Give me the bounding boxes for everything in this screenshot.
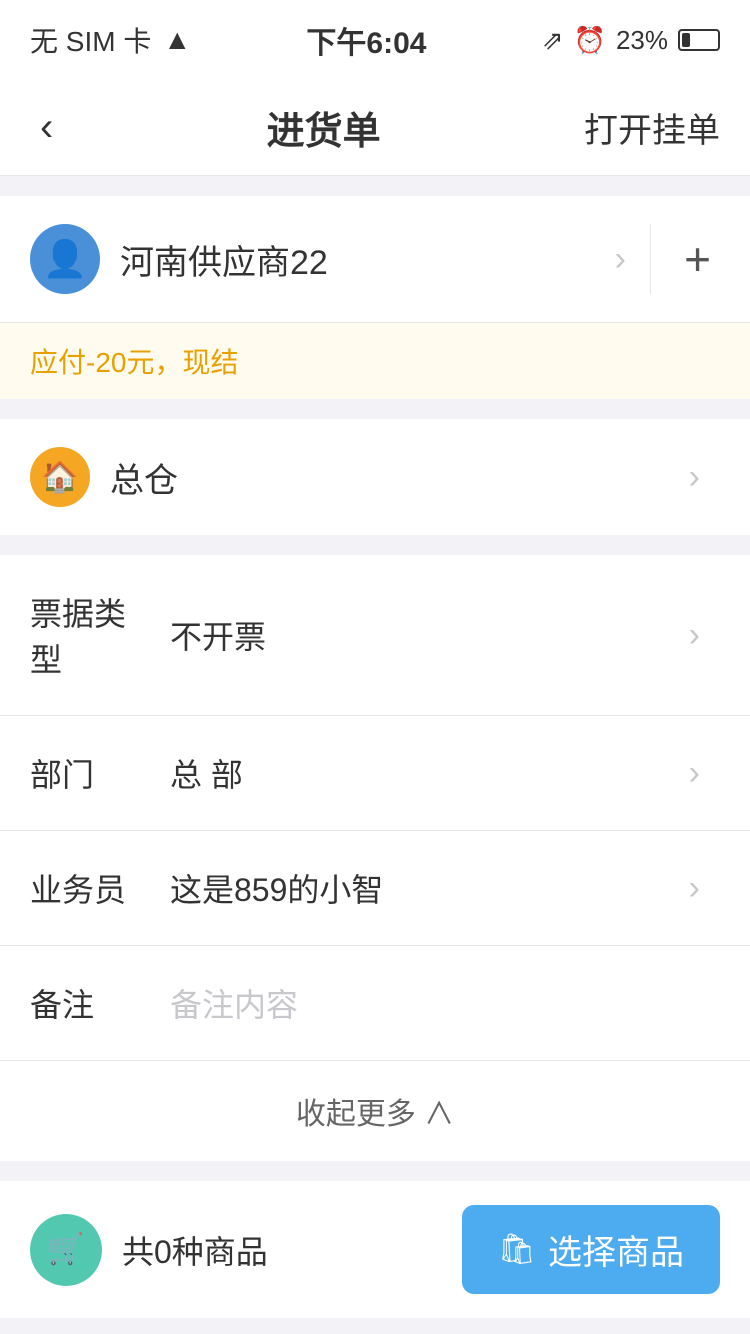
cart-icon: 🛒 <box>47 1232 84 1267</box>
gap-1 <box>0 176 750 196</box>
supplier-avatar: 👤 <box>30 224 100 294</box>
invoice-value: 不开票 <box>150 612 689 658</box>
remark-row[interactable]: 备注 备注内容 <box>0 946 750 1060</box>
sales-chevron-icon: › <box>689 869 700 908</box>
invoice-chevron-icon: › <box>689 616 700 655</box>
warehouse-icon: 🏠 <box>30 447 90 507</box>
carrier-text: 无 SIM 卡 <box>30 20 151 60</box>
notice-bar: 应付-20元，现结 <box>0 323 750 399</box>
gap-3 <box>0 535 750 555</box>
bottom-section: 🛒 共0种商品 🛍 选择商品 <box>0 1181 750 1318</box>
gap-2 <box>0 399 750 419</box>
supplier-row[interactable]: 👤 河南供应商22 › + <box>0 196 750 323</box>
status-bar: 无 SIM 卡 ▲ 下午6:04 ⇗ ⏰ 23% <box>0 0 750 80</box>
sales-value: 这是859的小智 <box>150 865 689 911</box>
warehouse-row[interactable]: 🏠 总仓 › <box>0 419 750 535</box>
status-right: ⇗ ⏰ 23% <box>542 25 720 56</box>
collapse-label: 收起更多 ∧ <box>296 1089 454 1133</box>
invoice-label: 票据类型 <box>30 589 150 681</box>
home-icon: 🏠 <box>41 460 78 495</box>
department-row[interactable]: 部门 总 部 › <box>0 716 750 831</box>
page-title: 进货单 <box>267 100 381 155</box>
invoice-type-row[interactable]: 票据类型 不开票 › <box>0 555 750 716</box>
wifi-icon: ▲ <box>163 24 191 56</box>
warehouse-section: 🏠 总仓 › <box>0 419 750 535</box>
notice-text: 应付-20元，现结 <box>30 347 238 378</box>
collapse-button[interactable]: 收起更多 ∧ <box>0 1060 750 1161</box>
battery-icon <box>678 29 720 51</box>
select-product-button[interactable]: 🛍 选择商品 <box>462 1205 720 1294</box>
supplier-section: 👤 河南供应商22 › + 应付-20元，现结 <box>0 196 750 399</box>
sales-row[interactable]: 业务员 这是859的小智 › <box>0 831 750 946</box>
chevron-right-icon: › <box>615 240 626 279</box>
product-icon: 🛒 <box>30 1214 102 1286</box>
warehouse-chevron-icon: › <box>689 458 700 497</box>
status-left: 无 SIM 卡 ▲ <box>30 20 191 60</box>
select-product-label: 选择商品 <box>548 1225 684 1274</box>
form-section: 票据类型 不开票 › 部门 总 部 › 业务员 这是859的小智 › 备注 备注… <box>0 555 750 1161</box>
nav-bar: ‹ 进货单 打开挂单 <box>0 80 750 176</box>
select-product-icon: 🛍 <box>498 1232 536 1267</box>
product-count-text: 共0种商品 <box>122 1227 462 1273</box>
remark-input[interactable]: 备注内容 <box>150 980 720 1026</box>
department-chevron-icon: › <box>689 754 700 793</box>
time-display: 下午6:04 <box>306 18 426 62</box>
person-icon: 👤 <box>43 238 88 280</box>
supplier-name: 河南供应商22 <box>120 235 615 284</box>
open-pending-button[interactable]: 打开挂单 <box>584 103 720 152</box>
back-button[interactable]: ‹ <box>30 95 63 160</box>
add-supplier-button[interactable]: + <box>650 224 720 294</box>
department-value: 总 部 <box>150 750 689 796</box>
content-area: 👤 河南供应商22 › + 应付-20元，现结 🏠 总仓 › 票据类型 不开票 <box>0 176 750 1318</box>
location-icon: ⇗ <box>542 25 564 56</box>
battery-percent: 23% <box>616 25 668 56</box>
sales-label: 业务员 <box>30 865 150 911</box>
remark-label: 备注 <box>30 980 150 1026</box>
department-label: 部门 <box>30 750 150 796</box>
alarm-icon: ⏰ <box>574 25 606 56</box>
warehouse-name: 总仓 <box>110 453 689 502</box>
